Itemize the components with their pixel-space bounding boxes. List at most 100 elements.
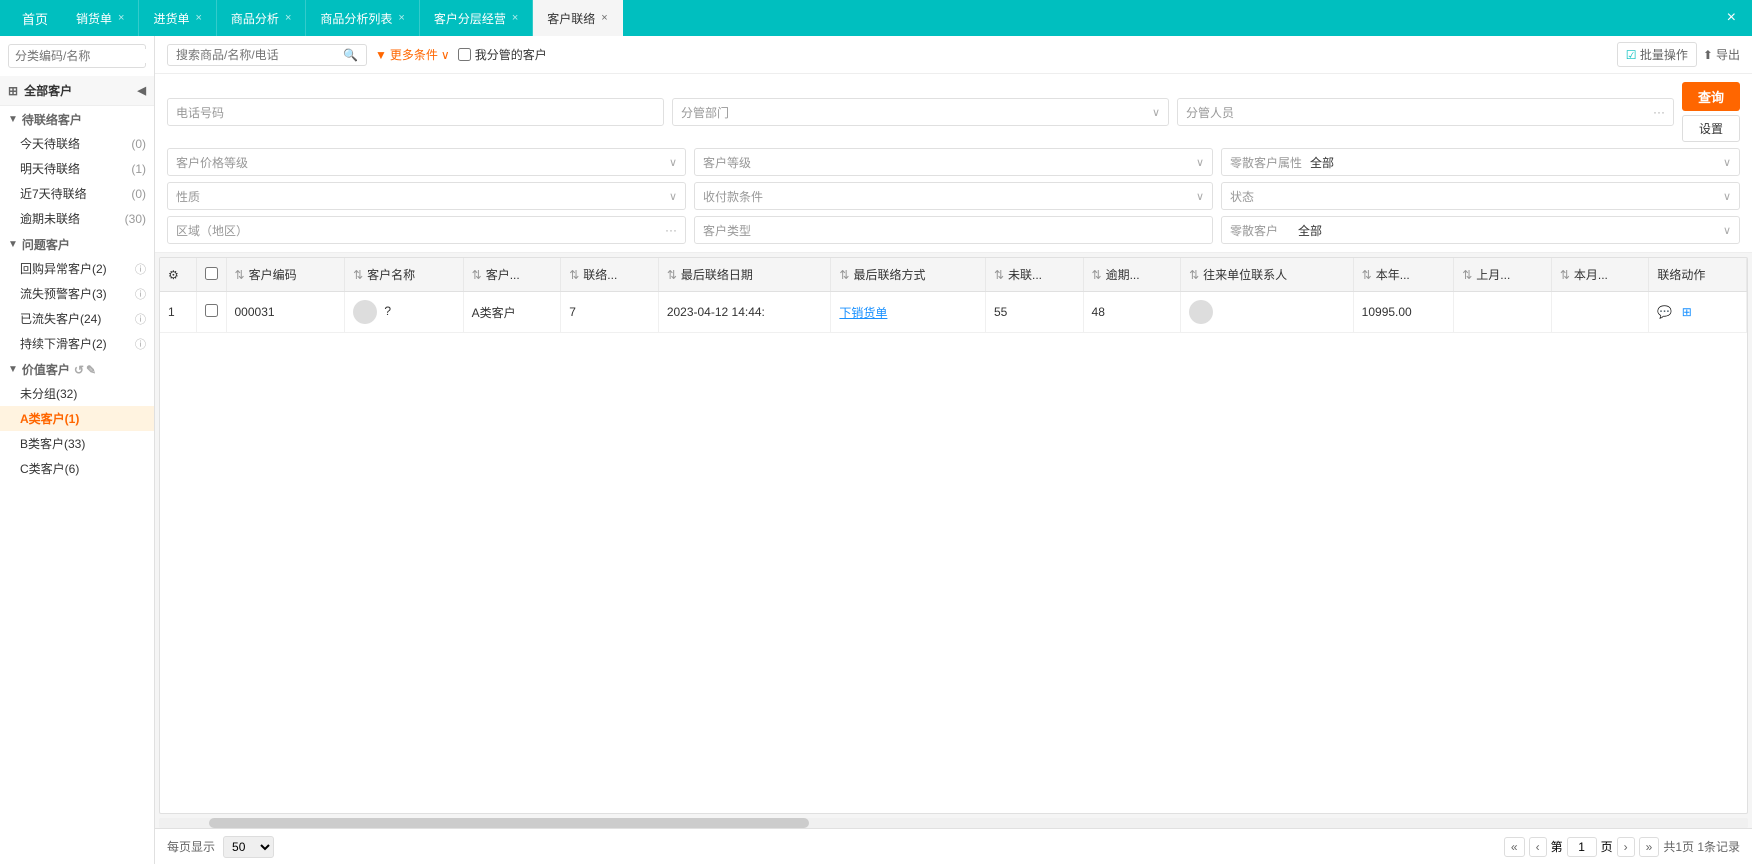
chevron-down-icon9[interactable]: ∨: [1723, 224, 1731, 237]
more-icon2[interactable]: ···: [665, 223, 677, 237]
export-button[interactable]: ⬆ 导出: [1703, 46, 1740, 63]
chevron-down-icon5[interactable]: ∨: [1723, 156, 1731, 169]
sidebar-item-ungrouped[interactable]: 未分组(32): [0, 381, 154, 406]
price-tier-field[interactable]: 客户价格等级 ∨: [167, 148, 686, 176]
nav-close-contact[interactable]: ×: [601, 12, 607, 24]
nav-customer-contact[interactable]: 客户联络 ×: [533, 0, 622, 36]
sidebar-item-tomorrow[interactable]: 明天待联络 (1): [0, 156, 154, 181]
page-number-input[interactable]: [1567, 837, 1597, 857]
more-actions-icon[interactable]: ⊞: [1682, 305, 1692, 319]
sidebar-item-today[interactable]: 今天待联络 (0): [0, 131, 154, 156]
region-field[interactable]: 区域（地区） ···: [167, 216, 686, 244]
bottom-bar: 每页显示 20 50 100 « ‹ 第 页 › » 共1页 1条记录: [155, 828, 1752, 864]
my-customers-checkbox[interactable]: 我分管的客户: [458, 46, 547, 63]
chevron-down-icon4[interactable]: ∨: [1196, 156, 1204, 169]
customer-table: ⚙ ⇅客户编码 ⇅客户名称 ⇅客户... ⇅联络... ⇅最后联络日期 ⇅最后联…: [159, 257, 1748, 814]
nav-home[interactable]: 首页: [8, 9, 62, 28]
chat-icon[interactable]: 💬: [1657, 305, 1672, 319]
nav-customer-segment[interactable]: 客户分层经营 ×: [420, 0, 533, 36]
col-contact2: ⇅往来单位联系人: [1181, 258, 1354, 292]
next-page-button[interactable]: ›: [1617, 837, 1635, 857]
group-problem-customers[interactable]: ▼ 问题客户: [0, 231, 154, 256]
sidebar-item-declining[interactable]: 持续下滑客户(2) ⓘ: [0, 331, 154, 356]
last-page-button[interactable]: »: [1639, 837, 1660, 857]
sidebar-item-class-c[interactable]: C类客户(6): [0, 456, 154, 481]
col-last-month: ⇅上月...: [1454, 258, 1552, 292]
payment-field[interactable]: 收付款条件 ∨: [694, 182, 1213, 210]
filter-search-input[interactable]: [176, 48, 343, 62]
filter-more-button[interactable]: ▼ 更多条件 ∨: [375, 46, 450, 63]
manager-field[interactable]: 分管人员 ···: [1177, 98, 1674, 126]
info-icon2: ⓘ: [135, 286, 146, 302]
col-type: ⇅客户...: [463, 258, 561, 292]
collapse-icon[interactable]: ◀: [138, 84, 146, 97]
action-buttons: 查询 设置: [1682, 82, 1740, 142]
scrollbar-thumb[interactable]: [209, 818, 809, 828]
nav-purchase-order[interactable]: 进货单 ×: [139, 0, 216, 36]
col-this-year: ⇅本年...: [1353, 258, 1454, 292]
horizontal-scrollbar[interactable]: [159, 818, 1748, 828]
nav-sales-order[interactable]: 销货单 ×: [62, 0, 139, 36]
sidebar-item-class-a[interactable]: A类客户(1): [0, 406, 154, 431]
filter-search-box[interactable]: 🔍: [167, 44, 367, 66]
col-settings[interactable]: ⚙: [160, 258, 196, 292]
close-all-tabs-button[interactable]: ×: [1719, 9, 1744, 27]
status-field[interactable]: 状态 ∨: [1221, 182, 1740, 210]
cell-last-method[interactable]: 下销货单: [831, 292, 986, 333]
row-checkbox[interactable]: [205, 304, 218, 317]
customer-tier-field[interactable]: 客户等级 ∨: [694, 148, 1213, 176]
col-last-method: ⇅最后联络方式: [831, 258, 986, 292]
my-customers-check[interactable]: [458, 48, 471, 61]
filter-search-icon[interactable]: 🔍: [343, 48, 358, 62]
chevron-down-icon: ∨: [441, 48, 450, 62]
query-button[interactable]: 查询: [1682, 82, 1740, 111]
page-suffix: 页: [1601, 838, 1613, 855]
nav-close-product[interactable]: ×: [285, 12, 291, 24]
chevron-down-icon3[interactable]: ∨: [669, 156, 677, 169]
chevron-down-icon7[interactable]: ∨: [1196, 190, 1204, 203]
sidebar-search-box[interactable]: 🔍: [8, 44, 146, 68]
avatar2: [1189, 300, 1213, 324]
nav-close-segment[interactable]: ×: [512, 12, 518, 24]
prev-page-button[interactable]: ‹: [1529, 837, 1547, 857]
nav-product-analysis-list[interactable]: 商品分析列表 ×: [306, 0, 419, 36]
nav-close-sales[interactable]: ×: [118, 12, 124, 24]
adv-filter-row-3: 性质 ∨ 收付款条件 ∨ 状态 ∨: [167, 182, 1740, 210]
group-pending-contact[interactable]: ▼ 待联络客户: [0, 106, 154, 131]
sidebar-item-class-b[interactable]: B类客户(33): [0, 431, 154, 456]
page-size-select[interactable]: 20 50 100: [223, 836, 274, 858]
cell-this-year: 10995.00: [1353, 292, 1454, 333]
nav-product-analysis[interactable]: 商品分析 ×: [217, 0, 306, 36]
chevron-down-icon2[interactable]: ∨: [1152, 106, 1160, 119]
first-page-button[interactable]: «: [1504, 837, 1525, 857]
edit-icon[interactable]: ✎: [86, 363, 96, 377]
nav-close-purchase[interactable]: ×: [195, 12, 201, 24]
chevron-down-icon6[interactable]: ∨: [669, 190, 677, 203]
sidebar-item-repurchase-abnormal[interactable]: 回购异常客户(2) ⓘ: [0, 256, 154, 281]
settings-icon[interactable]: ⚙: [168, 268, 179, 282]
sidebar-item-churn-warning[interactable]: 流失预警客户(3) ⓘ: [0, 281, 154, 306]
retail-attr-field[interactable]: 零散客户属性 全部 ∨: [1221, 148, 1740, 176]
col-checkbox[interactable]: [196, 258, 226, 292]
setting-button[interactable]: 设置: [1682, 115, 1740, 142]
batch-ops-button[interactable]: ☑ 批量操作: [1617, 42, 1697, 67]
retail-customer-field[interactable]: 零散客户 全部 ∨: [1221, 216, 1740, 244]
nav-close-product-list[interactable]: ×: [398, 12, 404, 24]
sidebar-all-customers[interactable]: ⊞ 全部客户 ◀: [0, 76, 154, 106]
more-icon[interactable]: ···: [1653, 105, 1665, 119]
sidebar-item-churned[interactable]: 已流失客户(24) ⓘ: [0, 306, 154, 331]
select-all-checkbox[interactable]: [205, 267, 218, 280]
cell-last-date: 2023-04-12 14:44:: [658, 292, 831, 333]
sidebar-item-7days[interactable]: 近7天待联络 (0): [0, 181, 154, 206]
nature-field[interactable]: 性质 ∨: [167, 182, 686, 210]
cell-contact2: [1181, 292, 1354, 333]
cell-checkbox[interactable]: [196, 292, 226, 333]
group-value-customers[interactable]: ▼ 价值客户 ↺ ✎: [0, 356, 154, 381]
cell-action[interactable]: 💬 ⊞: [1649, 292, 1747, 333]
refresh-icon[interactable]: ↺: [74, 363, 84, 377]
chevron-down-icon8[interactable]: ∨: [1723, 190, 1731, 203]
sidebar-search-input[interactable]: [15, 49, 155, 63]
sidebar-item-overdue[interactable]: 逾期未联络 (30): [0, 206, 154, 231]
dept-field[interactable]: 分管部门 ∨: [672, 98, 1169, 126]
cell-overdue: 48: [1083, 292, 1181, 333]
